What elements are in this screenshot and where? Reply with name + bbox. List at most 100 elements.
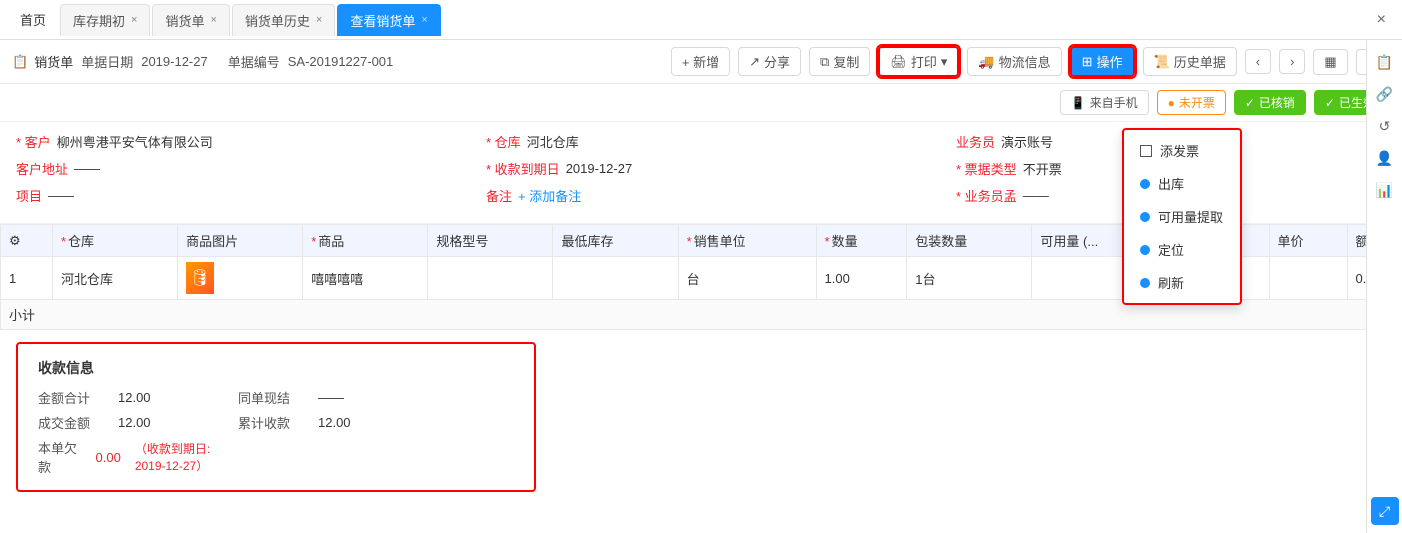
refresh-label: 刷新 xyxy=(1158,273,1184,292)
due-label: 本单欠款 xyxy=(38,438,86,476)
share-label: 分享 xyxy=(764,52,790,71)
project-field: 项目 —— xyxy=(16,186,446,205)
menu-item-add-invoice[interactable]: 添发票 xyxy=(1124,134,1240,167)
outbound-icon xyxy=(1140,179,1150,189)
menu-item-refresh[interactable]: 刷新 xyxy=(1124,266,1240,299)
print-icon: 🖨 xyxy=(890,54,907,70)
warehouse-value: 河北仓库 xyxy=(527,132,579,151)
sidebar-icon-5[interactable]: 📊 xyxy=(1371,176,1399,204)
due-row: 本单欠款 0.00 （收款到期日: 2019-12-27） xyxy=(38,438,238,476)
available-icon xyxy=(1140,212,1150,222)
row-spec xyxy=(428,257,553,300)
new-button[interactable]: + 新增 xyxy=(671,47,730,76)
col-pack-qty: 包装数量 xyxy=(907,225,1032,257)
dropdown-menu: 添发票 出库 可用量提取 定位 刷新 xyxy=(1122,128,1242,305)
cumulative-label: 累计收款 xyxy=(238,413,308,432)
tab-check-sales[interactable]: 查看销货单 × xyxy=(337,4,440,36)
add-invoice-label: 添发票 xyxy=(1160,141,1199,160)
operations-button[interactable]: ⊞ 操作 xyxy=(1070,46,1135,77)
operations-icon: ⊞ xyxy=(1082,54,1093,70)
no-ticket-label: 未开票 xyxy=(1179,94,1215,111)
tab-sales-history-close[interactable]: × xyxy=(316,14,322,26)
tab-sales-order-close[interactable]: × xyxy=(210,14,216,26)
tab-inventory-init-close[interactable]: × xyxy=(131,14,137,26)
share-button[interactable]: ↗ 分享 xyxy=(738,47,801,76)
tab-check-sales-close[interactable]: × xyxy=(421,14,427,26)
history-button[interactable]: 📜 历史单据 xyxy=(1143,47,1237,76)
tab-sales-history[interactable]: 销货单历史 × xyxy=(232,4,335,36)
tab-home[interactable]: 首页 xyxy=(8,4,58,36)
salesperson-value: —— xyxy=(1023,188,1049,203)
same-order-value: —— xyxy=(318,390,344,405)
refresh-icon xyxy=(1140,278,1150,288)
warehouse-label: 仓库 xyxy=(486,132,521,151)
available-label: 可用量提取 xyxy=(1158,207,1223,226)
sidebar-icon-2[interactable]: 🔗 xyxy=(1371,80,1399,108)
transaction-row: 成交金额 12.00 xyxy=(38,413,238,432)
grid-view-button[interactable]: ▦ xyxy=(1313,49,1347,75)
doc-title: 📋 销货单 xyxy=(12,52,73,71)
window-close-icon[interactable]: × xyxy=(1369,7,1394,33)
menu-item-locate[interactable]: 定位 xyxy=(1124,233,1240,266)
doc-date-label: 单据日期 2019-12-27 xyxy=(81,52,208,71)
sidebar-icon-4[interactable]: 👤 xyxy=(1371,144,1399,172)
print-dropdown-icon: ▾ xyxy=(941,54,948,70)
doc-type-label: 销货单 xyxy=(34,52,73,71)
same-order-row: 同单现结 —— xyxy=(238,388,438,407)
history-icon: 📜 xyxy=(1154,54,1170,70)
sidebar-icon-3[interactable]: ↺ xyxy=(1371,112,1399,140)
tab-sales-order-label: 销货单 xyxy=(165,11,204,30)
menu-item-outbound[interactable]: 出库 xyxy=(1124,167,1240,200)
tab-sales-order[interactable]: 销货单 × xyxy=(152,4,229,36)
address-field: 客户地址 —— xyxy=(16,159,446,178)
prev-button[interactable]: ‹ xyxy=(1245,49,1271,74)
row-warehouse: 河北仓库 xyxy=(52,257,177,300)
col-min-stock: 最低库存 xyxy=(553,225,678,257)
amount-total-row: 金额合计 12.00 xyxy=(38,388,238,407)
project-value: —— xyxy=(48,188,74,203)
col-settings[interactable]: ⚙ xyxy=(1,225,53,257)
project-label: 项目 xyxy=(16,186,42,205)
menu-item-available[interactable]: 可用量提取 xyxy=(1124,200,1240,233)
col-unit-price: 单价 xyxy=(1269,225,1347,257)
history-label: 历史单据 xyxy=(1174,52,1226,71)
next-button[interactable]: › xyxy=(1279,49,1305,74)
operations-label: 操作 xyxy=(1097,52,1123,71)
verified-label: 已核销 xyxy=(1259,94,1295,111)
address-label: 客户地址 xyxy=(16,159,68,178)
sidebar-icon-1[interactable]: 📋 xyxy=(1371,48,1399,76)
copy-button[interactable]: ⧉ 复制 xyxy=(809,47,870,76)
logistics-button[interactable]: 🚚 物流信息 xyxy=(967,47,1061,76)
grid-view-icon: ▦ xyxy=(1324,54,1336,70)
row-sales-unit: 台 xyxy=(678,257,816,300)
doc-type-icon: 📋 xyxy=(12,54,28,70)
tab-check-sales-label: 查看销货单 xyxy=(350,11,415,30)
customer-field: 客户 柳州粤港平安气体有限公司 xyxy=(16,132,446,151)
sidebar-icon-expand[interactable]: ⤢ xyxy=(1371,497,1399,525)
address-value: —— xyxy=(74,161,100,176)
no-ticket-button[interactable]: ● 未开票 xyxy=(1157,90,1226,115)
amount-total-label: 金额合计 xyxy=(38,388,108,407)
tab-inventory-init-label: 库存期初 xyxy=(73,11,125,30)
amount-total-value: 12.00 xyxy=(118,390,151,405)
col-warehouse: *仓库 xyxy=(52,225,177,257)
tab-inventory-init[interactable]: 库存期初 × xyxy=(60,4,150,36)
copy-label: 复制 xyxy=(833,52,859,71)
locate-label: 定位 xyxy=(1158,240,1184,259)
share-icon: ↗ xyxy=(749,54,760,70)
verified-button[interactable]: ✓ 已核销 xyxy=(1234,90,1306,115)
outbound-label: 出库 xyxy=(1158,174,1184,193)
salesperson-label: 业务员孟 xyxy=(956,186,1017,205)
logistics-icon: 🚚 xyxy=(978,54,994,70)
note-add-label[interactable]: + 添加备注 xyxy=(518,186,581,205)
row-pack-qty: 1台 xyxy=(907,257,1032,300)
cumulative-value: 12.00 xyxy=(318,415,351,430)
locate-icon xyxy=(1140,245,1150,255)
ticket-value: 不开票 xyxy=(1023,159,1062,178)
prev-icon: ‹ xyxy=(1256,54,1260,69)
phone-icon: 📱 xyxy=(1071,96,1086,110)
row-unit-price xyxy=(1269,257,1347,300)
print-button[interactable]: 🖨 打印 ▾ xyxy=(878,46,959,77)
from-phone-button[interactable]: 📱 来自手机 xyxy=(1060,90,1149,115)
transaction-value: 12.00 xyxy=(118,415,151,430)
